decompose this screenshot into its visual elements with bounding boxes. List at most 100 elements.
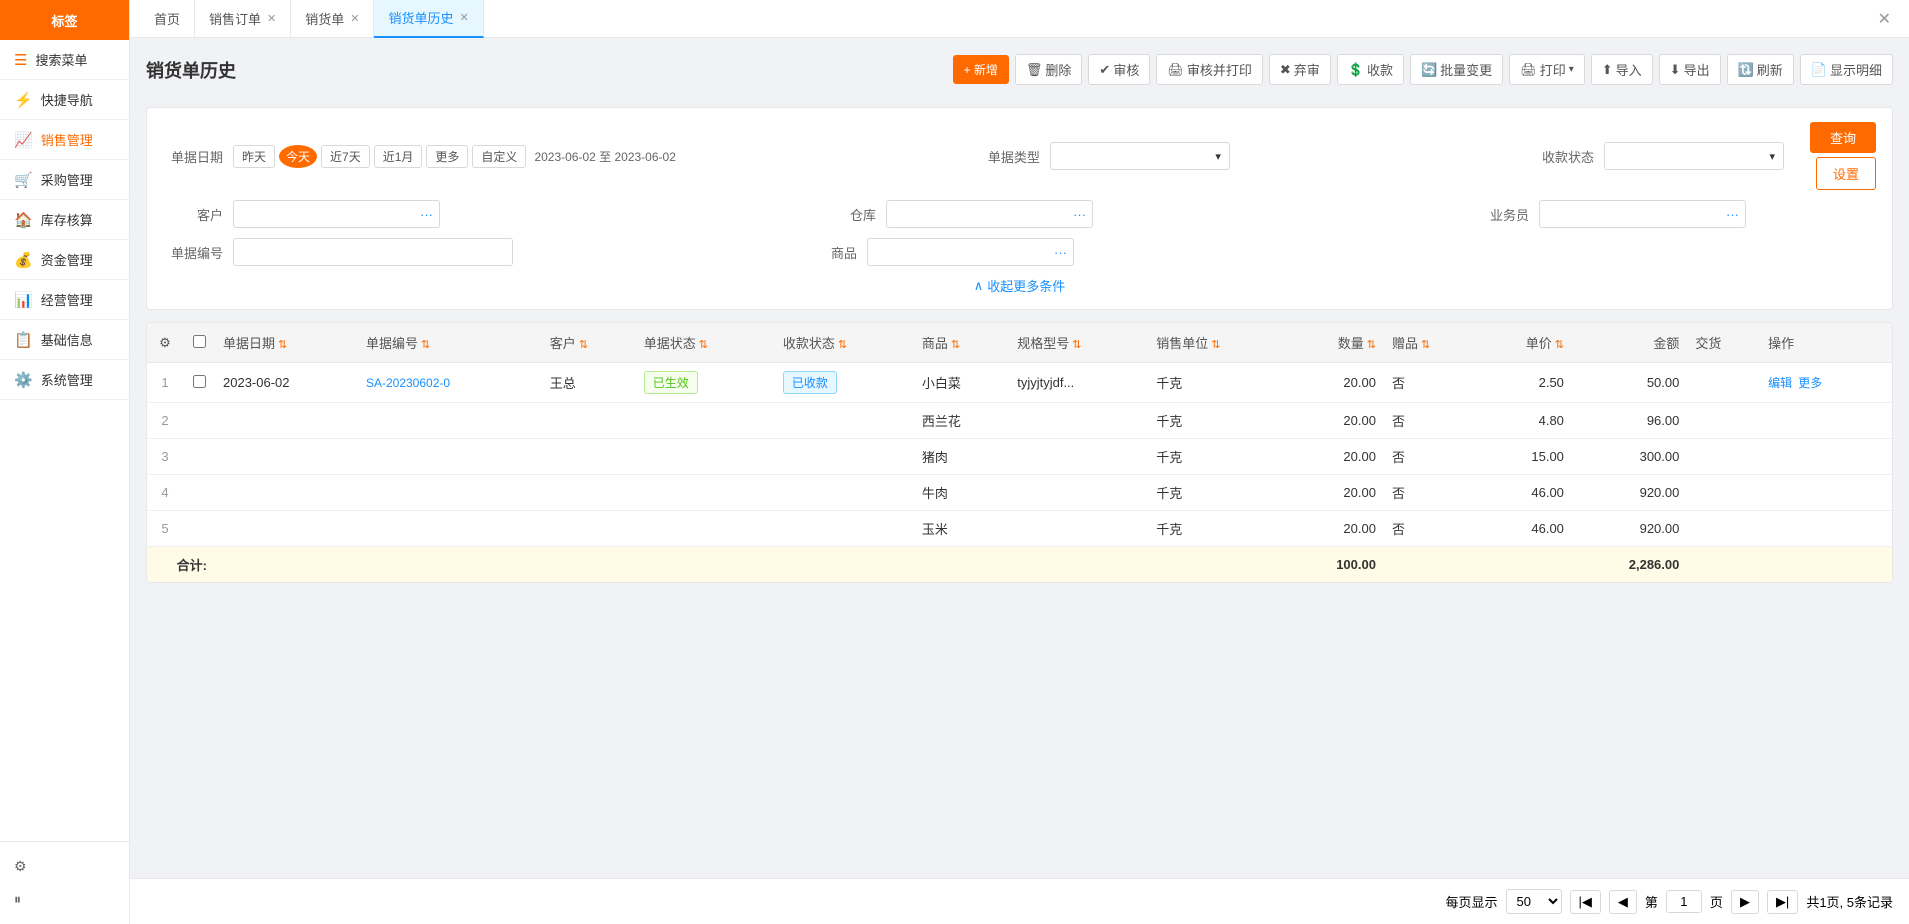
sidebar-item-inventory[interactable]: 🏠 库存核算	[0, 200, 129, 240]
cell-actions[interactable]	[1760, 475, 1892, 511]
warehouse-dots[interactable]: ···	[1073, 207, 1086, 222]
query-button[interactable]: 查询	[1810, 122, 1876, 153]
col-doc-date[interactable]: 单据日期⇅	[215, 323, 358, 363]
tab-close-all-button[interactable]: ✕	[1870, 9, 1899, 29]
collapse-button[interactable]: ∧ 收起更多条件	[163, 276, 1876, 295]
sidebar-item-sys-mgmt[interactable]: ⚙️ 系统管理	[0, 360, 129, 400]
cell-doc-no[interactable]	[358, 511, 542, 547]
collect-button[interactable]: 💲 收款	[1337, 54, 1404, 85]
goods-input[interactable]	[874, 239, 1050, 265]
date-btn-custom[interactable]: 自定义	[472, 145, 526, 168]
cell-doc-no[interactable]	[358, 403, 542, 439]
date-btn-yesterday[interactable]: 昨天	[233, 145, 275, 168]
date-btn-more[interactable]: 更多	[426, 145, 468, 168]
action-link[interactable]: 编辑	[1768, 376, 1792, 390]
setting-button[interactable]: 设置	[1816, 157, 1876, 190]
batch-change-button[interactable]: 🔄 批量变更	[1410, 54, 1503, 85]
staff-dots[interactable]: ···	[1726, 207, 1739, 222]
tab-home[interactable]: 首页	[140, 0, 195, 38]
tab-sales-history[interactable]: 销货单历史 ✕	[374, 0, 483, 38]
page-number-input[interactable]	[1666, 890, 1702, 913]
date-btn-7days[interactable]: 近7天	[321, 145, 370, 168]
cell-checkbox[interactable]	[183, 403, 215, 439]
customer-input[interactable]	[240, 201, 416, 227]
payment-status-badge: 已收款	[783, 371, 837, 394]
col-gift[interactable]: 赠品⇅	[1384, 323, 1478, 363]
action-link[interactable]: 更多	[1798, 376, 1822, 390]
col-unit[interactable]: 销售单位⇅	[1148, 323, 1287, 363]
cell-actions[interactable]	[1760, 403, 1892, 439]
summary-label: 合计:	[147, 547, 215, 583]
cell-seq: 1	[147, 363, 183, 403]
staff-input[interactable]	[1546, 201, 1722, 227]
review-button[interactable]: ✔ 审核	[1088, 54, 1150, 85]
show-detail-button[interactable]: 📄 显示明细	[1800, 54, 1893, 85]
sidebar-item-purchase-mgmt[interactable]: 🛒 采购管理	[0, 160, 129, 200]
customer-dots[interactable]: ···	[420, 207, 433, 222]
sidebar-item-quick-nav[interactable]: ⚡ 快捷导航	[0, 80, 129, 120]
doc-no-input[interactable]	[233, 238, 513, 266]
summary-row: 合计: 100.00 2,286.00	[147, 547, 1892, 583]
per-page-select[interactable]: 50 100 200	[1506, 889, 1562, 914]
payment-status-select[interactable]: ▾	[1604, 142, 1784, 170]
new-button[interactable]: + 新增	[953, 55, 1009, 84]
cell-actions[interactable]	[1760, 439, 1892, 475]
goods-dots[interactable]: ···	[1054, 245, 1067, 260]
cell-checkbox[interactable]	[183, 511, 215, 547]
tab-sales-order[interactable]: 销售订单 ✕	[195, 0, 291, 38]
cell-checkbox[interactable]	[183, 439, 215, 475]
sidebar-item-ops-mgmt[interactable]: 📊 经营管理	[0, 280, 129, 320]
select-all-checkbox[interactable]	[193, 335, 206, 348]
delete-button[interactable]: 🗑 删除	[1015, 54, 1083, 85]
col-settings[interactable]: ⚙	[147, 323, 183, 363]
cell-amount: 920.00	[1572, 511, 1687, 547]
doc-no-link[interactable]: SA-20230602-0	[366, 376, 450, 390]
tab-sales-delivery[interactable]: 销货单 ✕	[291, 0, 374, 38]
cell-doc-no[interactable]	[358, 439, 542, 475]
col-goods[interactable]: 商品⇅	[914, 323, 1009, 363]
sidebar-bottom-settings[interactable]: ⚙	[0, 850, 129, 883]
sidebar-item-basic-info[interactable]: 📋 基础信息	[0, 320, 129, 360]
page-last-button[interactable]: ▶|	[1767, 890, 1798, 914]
col-unit-price[interactable]: 单价⇅	[1478, 323, 1572, 363]
toolbar: + 新增 🗑 删除 ✔ 审核 🖨 审核并打印 ✖ 弃审	[953, 54, 1893, 85]
cell-doc-no[interactable]	[358, 475, 542, 511]
col-doc-no[interactable]: 单据编号⇅	[358, 323, 542, 363]
row-checkbox[interactable]	[193, 375, 206, 388]
refresh-button[interactable]: 🔃 刷新	[1727, 54, 1794, 85]
cell-checkbox[interactable]	[183, 363, 215, 403]
export-button[interactable]: ⬇ 导出	[1659, 54, 1721, 85]
col-qty[interactable]: 数量⇅	[1287, 323, 1384, 363]
tab-sales-order-close[interactable]: ✕	[267, 12, 276, 25]
col-spec[interactable]: 规格型号⇅	[1009, 323, 1148, 363]
date-btn-1month[interactable]: 近1月	[374, 145, 423, 168]
page-prev-button[interactable]: ◀	[1609, 890, 1637, 914]
sidebar-item-capital-mgmt[interactable]: 💰 资金管理	[0, 240, 129, 280]
cell-doc-no[interactable]: SA-20230602-0	[358, 363, 542, 403]
sidebar-bottom-pause[interactable]: ⏸	[0, 883, 129, 916]
import-button[interactable]: ⬆ 导入	[1591, 54, 1653, 85]
sidebar-item-sales-mgmt[interactable]: 📈 销售管理	[0, 120, 129, 160]
col-customer[interactable]: 客户⇅	[542, 323, 636, 363]
page-next-button[interactable]: ▶	[1731, 890, 1759, 914]
col-payment-status[interactable]: 收款状态⇅	[775, 323, 914, 363]
cell-actions[interactable]	[1760, 511, 1892, 547]
cell-gift: 否	[1384, 475, 1478, 511]
cell-actions[interactable]: 编辑更多	[1760, 363, 1892, 403]
warehouse-input[interactable]	[893, 201, 1069, 227]
sidebar-item-search-menu[interactable]: ☰ 搜索菜单	[0, 40, 129, 80]
cell-goods: 牛肉	[914, 475, 1009, 511]
col-checkbox[interactable]	[183, 323, 215, 363]
col-doc-status[interactable]: 单据状态⇅	[636, 323, 775, 363]
date-btn-today[interactable]: 今天	[279, 145, 317, 168]
tab-sales-history-close[interactable]: ✕	[460, 11, 469, 24]
print-button[interactable]: 🖨 打印 ▾	[1509, 54, 1585, 85]
abandon-button[interactable]: ✖ 弃审	[1269, 54, 1331, 85]
review-print-button[interactable]: 🖨 审核并打印	[1156, 54, 1263, 85]
content-area: 销货单历史 + 新增 🗑 删除 ✔ 审核 🖨 审核并打印 ✖ 弃审	[130, 38, 1909, 878]
cell-goods: 小白菜	[914, 363, 1009, 403]
page-first-button[interactable]: |◀	[1570, 890, 1601, 914]
tab-sales-delivery-close[interactable]: ✕	[350, 12, 359, 25]
doc-type-select[interactable]: ▾	[1050, 142, 1230, 170]
cell-checkbox[interactable]	[183, 475, 215, 511]
